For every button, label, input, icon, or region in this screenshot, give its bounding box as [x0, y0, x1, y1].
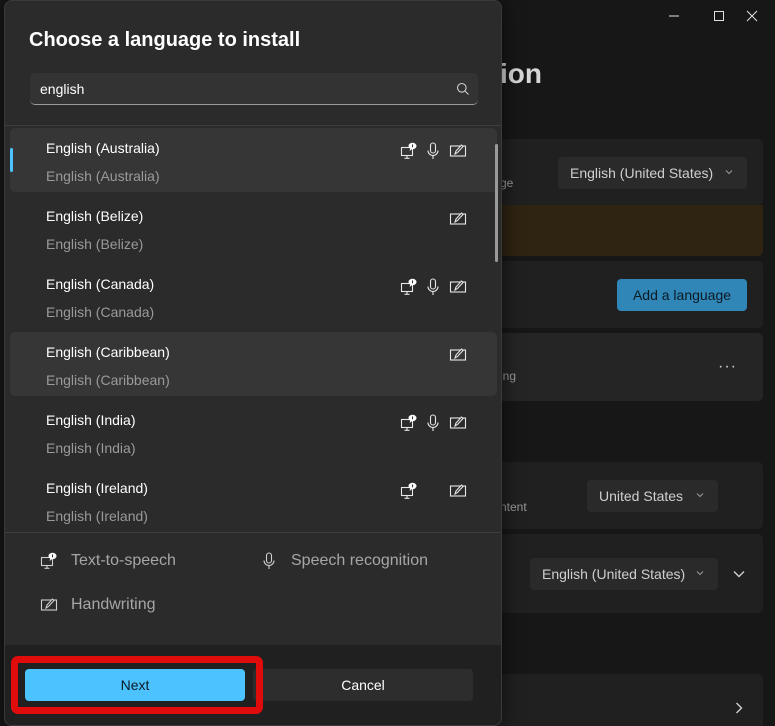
region-value: United States — [599, 488, 684, 504]
legend-label: Speech recognition — [291, 552, 428, 569]
language-native-name: English (Caribbean) — [46, 372, 170, 388]
divider — [5, 532, 501, 533]
chevron-right-icon — [736, 702, 743, 714]
language-list-item[interactable]: English (Belize) English (Belize) — [10, 196, 497, 260]
display-language-value: English (United States) — [570, 165, 714, 181]
language-name: English (Australia) — [46, 140, 160, 156]
language-native-name: English (India) — [46, 440, 136, 456]
regional-format-dropdown[interactable]: English (United States) — [530, 558, 718, 590]
next-button[interactable]: Next — [25, 669, 245, 701]
region-dropdown[interactable]: United States — [587, 480, 718, 512]
chevron-down-icon — [696, 493, 704, 498]
expand-chevron-icon[interactable] — [732, 567, 746, 581]
maximize-icon — [714, 11, 724, 21]
language-name: English (Canada) — [46, 276, 155, 292]
page-title: ion — [500, 58, 542, 89]
dialog-title: Choose a language to install — [29, 29, 301, 51]
selection-indicator — [10, 148, 13, 172]
search-input[interactable] — [40, 73, 440, 104]
chevron-down-icon — [696, 571, 704, 576]
region-subtext: ntent — [500, 500, 527, 514]
language-native-name: English (Ireland) — [46, 508, 148, 524]
microphone-icon — [427, 414, 439, 431]
language-list-item[interactable]: English (India) English (India) — [10, 400, 497, 464]
close-icon — [746, 10, 758, 22]
language-list-item[interactable]: English (Canada) English (Canada) — [10, 264, 497, 328]
legend-label: Handwriting — [71, 596, 156, 613]
text-to-speech-icon — [400, 414, 417, 431]
handwriting-icon — [40, 598, 58, 611]
legend-speech-recognition: Speech recognition — [260, 552, 428, 570]
choose-language-dialog: Choose a language to install English (Au… — [4, 0, 502, 726]
list-scrollbar[interactable] — [495, 144, 498, 262]
handwriting-icon — [449, 484, 467, 497]
minimize-button[interactable] — [651, 0, 697, 32]
language-list: English (Australia) English (Australia) En… — [5, 126, 501, 532]
language-list-item[interactable]: English (Australia) English (Australia) — [10, 128, 497, 192]
chevron-down-icon — [725, 170, 733, 175]
text-to-speech-icon — [400, 278, 417, 295]
installed-language-subtext: ing — [500, 369, 517, 383]
language-name: English (Caribbean) — [46, 344, 170, 360]
language-list-item[interactable]: English (Ireland) English (Ireland) — [10, 468, 497, 532]
add-a-language-button[interactable]: Add a language — [617, 279, 747, 311]
search-icon[interactable] — [456, 82, 470, 96]
text-to-speech-icon — [40, 552, 57, 569]
minimize-icon — [669, 15, 679, 17]
language-native-name: English (Canada) — [46, 304, 155, 320]
microphone-icon — [427, 142, 439, 159]
language-name: English (Ireland) — [46, 480, 148, 496]
handwriting-icon — [449, 348, 467, 361]
cancel-button[interactable]: Cancel — [253, 669, 473, 701]
handwriting-icon — [449, 280, 467, 293]
handwriting-icon — [449, 144, 467, 157]
language-native-name: English (Australia) — [46, 168, 160, 184]
microphone-icon — [427, 278, 439, 295]
regional-format-value: English (United States) — [542, 566, 686, 582]
more-options-button[interactable]: ··· — [718, 358, 737, 376]
display-language-subtext: ge — [500, 176, 514, 190]
handwriting-icon — [449, 212, 467, 225]
microphone-icon — [263, 552, 275, 569]
language-native-name: English (Belize) — [46, 236, 144, 252]
text-to-speech-icon — [400, 482, 417, 499]
text-to-speech-icon — [400, 142, 417, 159]
close-window-button[interactable] — [729, 0, 775, 32]
display-language-dropdown[interactable]: English (United States) — [558, 157, 747, 189]
language-name: English (India) — [46, 412, 136, 428]
handwriting-icon — [449, 416, 467, 429]
legend-label: Text-to-speech — [71, 552, 176, 569]
language-name: English (Belize) — [46, 208, 144, 224]
language-search-box[interactable] — [30, 73, 478, 105]
language-list-item[interactable]: English (Caribbean) English (Caribbean) — [10, 332, 497, 396]
legend-text-to-speech: Text-to-speech — [40, 552, 176, 570]
legend-handwriting: Handwriting — [40, 596, 155, 614]
